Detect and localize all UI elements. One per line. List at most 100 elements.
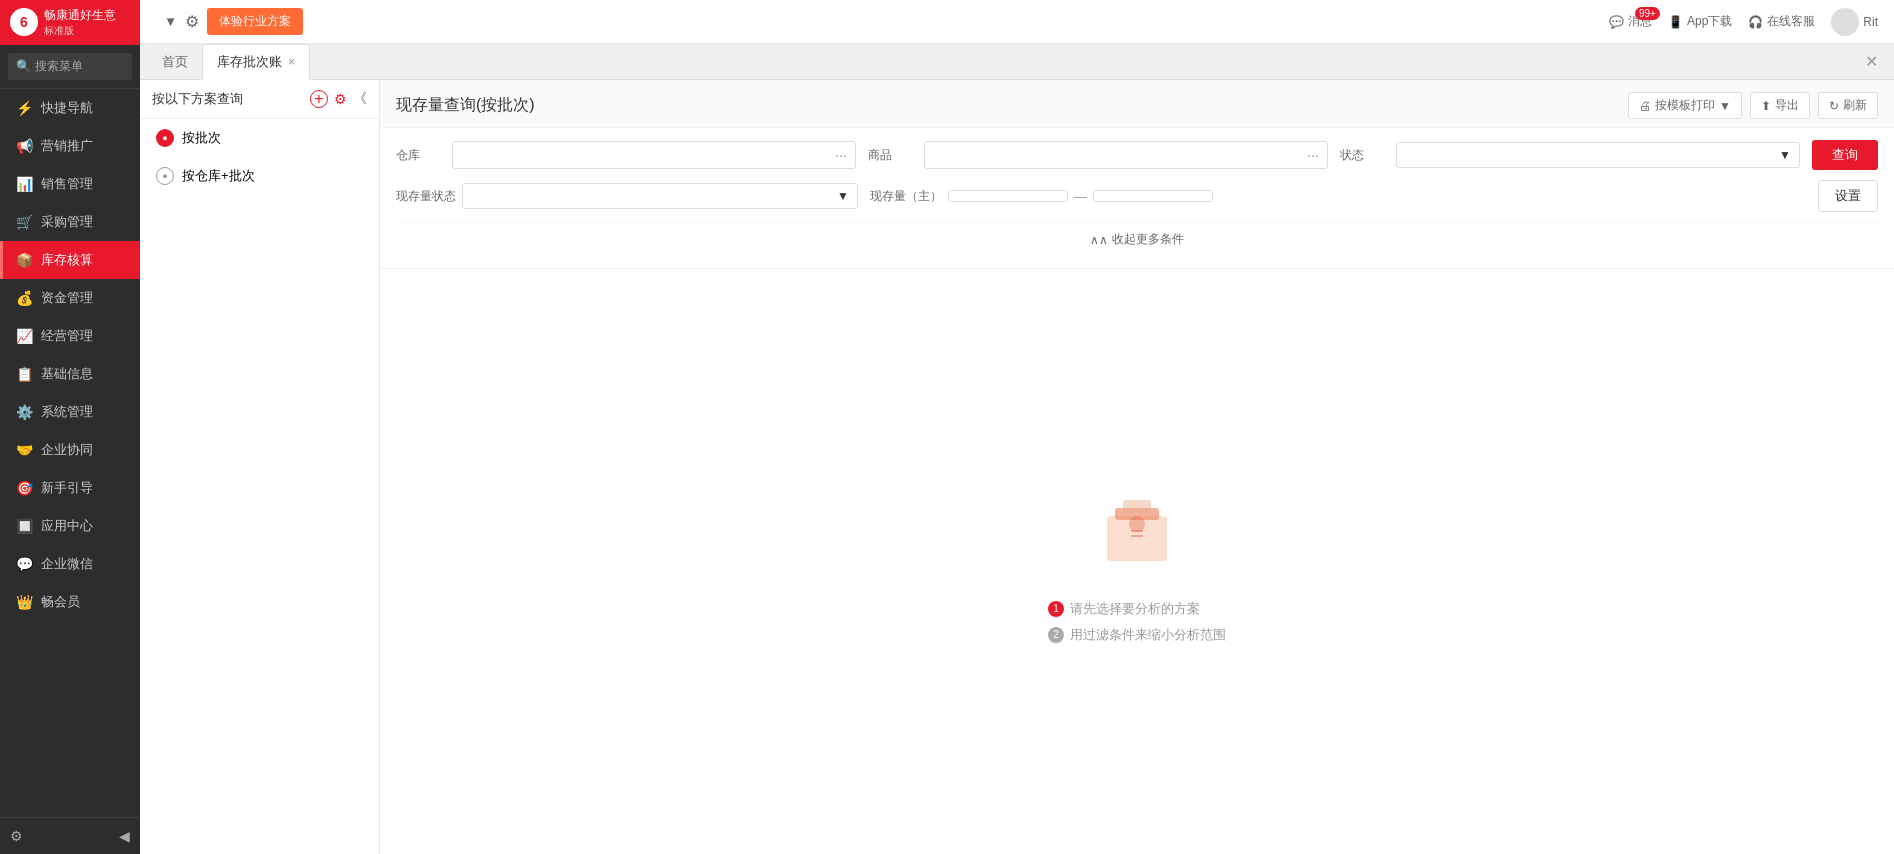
topbar: ▼ ⚙ 体验行业方案 💬 消息 99+ 📱 App下载 🎧 在线客服 Ri [140, 0, 1894, 44]
svg-rect-2 [1123, 500, 1151, 512]
status-select[interactable]: ▼ [1396, 142, 1800, 168]
phone-icon: 📱 [1668, 15, 1683, 29]
sidebar-item-inventory[interactable]: 📦 库存核算 [0, 241, 140, 279]
operations-icon: 📈 [15, 327, 33, 345]
page-actions: 🖨 按模板打印 ▼ ⬆ 导出 ↻ 刷新 [1628, 92, 1878, 119]
sidebar-item-basic-info[interactable]: 📋 基础信息 [0, 355, 140, 393]
plan-icon-inactive: ● [156, 167, 174, 185]
tab-inventory-batch[interactable]: 库存批次账 × [202, 44, 310, 80]
stock-qty-to[interactable] [1093, 190, 1213, 202]
plan-icon-active: ● [156, 129, 174, 147]
sidebar-item-enterprise[interactable]: 🤝 企业协同 [0, 431, 140, 469]
basic-info-icon: 📋 [15, 365, 33, 383]
message-action[interactable]: 💬 消息 99+ [1609, 13, 1652, 30]
online-service-action[interactable]: 🎧 在线客服 [1748, 13, 1815, 30]
sidebar-item-system[interactable]: ⚙️ 系统管理 [0, 393, 140, 431]
filter-row-2: 现存量状态 ▼ 现存量（主） — 设置 [396, 180, 1878, 212]
stock-status-select[interactable]: ▼ [462, 183, 858, 209]
settings-gear-button[interactable]: ⚙ [185, 12, 199, 31]
marketing-icon: 📢 [15, 137, 33, 155]
export-button[interactable]: ⬆ 导出 [1750, 92, 1810, 119]
filter-collapse-button[interactable]: ∧∧ 收起更多条件 [396, 222, 1878, 256]
sidebar-item-operations[interactable]: 📈 经营管理 [0, 317, 140, 355]
sidebar-item-guide[interactable]: 🎯 新手引导 [0, 469, 140, 507]
username: Rit [1863, 15, 1878, 29]
refresh-button[interactable]: ↻ 刷新 [1818, 92, 1878, 119]
query-button[interactable]: 查询 [1812, 140, 1878, 170]
left-panel-actions: + ⚙ 《 [310, 90, 367, 108]
search-menu-button[interactable]: 🔍 搜索菜单 [8, 53, 132, 80]
print-button[interactable]: 🖨 按模板打印 ▼ [1628, 92, 1742, 119]
empty-illustration [1087, 476, 1187, 576]
stock-qty-filter: 现存量（主） — [870, 188, 1332, 205]
sidebar-item-wechat[interactable]: 💬 企业微信 [0, 545, 140, 583]
sidebar-nav: ⚡ 快捷导航 📢 营销推广 📊 销售管理 🛒 采购管理 📦 库存核算 💰 资金管… [0, 89, 140, 817]
plan-settings-button[interactable]: ⚙ [334, 91, 347, 107]
collapse-up-icon: ∧∧ [1090, 233, 1108, 247]
tip-item-2: 2 用过滤条件来缩小分析范围 [1048, 622, 1226, 648]
sidebar-item-purchase[interactable]: 🛒 采购管理 [0, 203, 140, 241]
app-logo: 6 [10, 8, 38, 36]
app-center-icon: 🔲 [15, 517, 33, 535]
enterprise-icon: 🤝 [15, 441, 33, 459]
footer-settings-button[interactable]: ⚙ [10, 828, 23, 844]
quick-nav-icon: ⚡ [15, 99, 33, 117]
sidebar-header: 6 畅康通好生意 标准版 [0, 0, 140, 45]
message-badge: 99+ [1635, 7, 1660, 20]
system-icon: ⚙️ [15, 403, 33, 421]
main-close-button[interactable]: ✕ [1865, 52, 1886, 71]
sidebar-item-member[interactable]: 👑 畅会员 [0, 583, 140, 621]
printer-icon: 🖨 [1639, 99, 1651, 113]
warehouse-input[interactable]: ··· [452, 141, 856, 169]
guide-icon: 🎯 [15, 479, 33, 497]
export-icon: ⬆ [1761, 99, 1771, 113]
member-icon: 👑 [15, 593, 33, 611]
svg-point-3 [1129, 516, 1145, 532]
breadcrumb-dropdown[interactable]: ▼ [164, 14, 177, 29]
filter-row-1: 仓库 ··· 商品 ··· 状态 [396, 140, 1878, 170]
user-area[interactable]: Rit [1831, 8, 1878, 36]
search-icon: 🔍 [16, 59, 31, 73]
warehouse-dots-icon[interactable]: ··· [835, 147, 847, 163]
left-panel-header: 按以下方案查询 + ⚙ 《 [140, 80, 379, 119]
print-dropdown-icon: ▼ [1719, 99, 1731, 113]
sidebar-footer: ⚙ ◀ [0, 817, 140, 854]
tip-number-2: 2 [1048, 627, 1064, 643]
collapse-panel-button[interactable]: 《 [353, 90, 367, 108]
sidebar: 6 畅康通好生意 标准版 🔍 搜索菜单 ⚡ 快捷导航 📢 营销推广 📊 销售管理… [0, 0, 140, 854]
headset-icon: 🎧 [1748, 15, 1763, 29]
add-plan-button[interactable]: + [310, 90, 328, 108]
footer-collapse-button[interactable]: ◀ [119, 828, 130, 844]
right-panel: 现存量查询(按批次) 🖨 按模板打印 ▼ ⬆ 导出 ↻ 刷新 [380, 80, 1894, 854]
tab-close-button[interactable]: × [288, 55, 295, 69]
page-header: 现存量查询(按批次) 🖨 按模板打印 ▼ ⬆ 导出 ↻ 刷新 [380, 80, 1894, 128]
sidebar-item-quick-nav[interactable]: ⚡ 快捷导航 [0, 89, 140, 127]
wechat-icon: 💬 [15, 555, 33, 573]
status-filter: 状态 ▼ [1340, 142, 1800, 168]
tab-home[interactable]: 首页 [148, 45, 202, 79]
product-filter: 商品 ··· [868, 141, 1328, 169]
sidebar-item-finance[interactable]: 💰 资金管理 [0, 279, 140, 317]
topbar-right: 💬 消息 99+ 📱 App下载 🎧 在线客服 Rit [1609, 8, 1878, 36]
product-dots-icon[interactable]: ··· [1307, 147, 1319, 163]
left-panel: 按以下方案查询 + ⚙ 《 ● 按批次 ● 按仓库+批次 [140, 80, 380, 854]
inventory-icon: 📦 [15, 251, 33, 269]
plan-item-batch[interactable]: ● 按批次 [140, 119, 379, 157]
sidebar-item-marketing[interactable]: 📢 营销推广 [0, 127, 140, 165]
app-download-action[interactable]: 📱 App下载 [1668, 13, 1732, 30]
plan-item-warehouse-batch[interactable]: ● 按仓库+批次 [140, 157, 379, 195]
empty-state: 1 请先选择要分析的方案 2 用过滤条件来缩小分析范围 [380, 269, 1894, 854]
stock-qty-from[interactable] [948, 190, 1068, 202]
filter-settings-button[interactable]: 设置 [1818, 180, 1878, 212]
product-input[interactable]: ··· [924, 141, 1328, 169]
tip-number-1: 1 [1048, 601, 1064, 617]
sales-icon: 📊 [15, 175, 33, 193]
experience-button[interactable]: 体验行业方案 [207, 8, 303, 35]
tabs-bar: 首页 库存批次账 × ✕ [140, 44, 1894, 80]
content-area: 按以下方案查询 + ⚙ 《 ● 按批次 ● 按仓库+批次 现存量查询(按批次) [140, 80, 1894, 854]
avatar [1831, 8, 1859, 36]
sidebar-item-app-center[interactable]: 🔲 应用中心 [0, 507, 140, 545]
purchase-icon: 🛒 [15, 213, 33, 231]
main-area: ▼ ⚙ 体验行业方案 💬 消息 99+ 📱 App下载 🎧 在线客服 Ri [140, 0, 1894, 854]
sidebar-item-sales[interactable]: 📊 销售管理 [0, 165, 140, 203]
